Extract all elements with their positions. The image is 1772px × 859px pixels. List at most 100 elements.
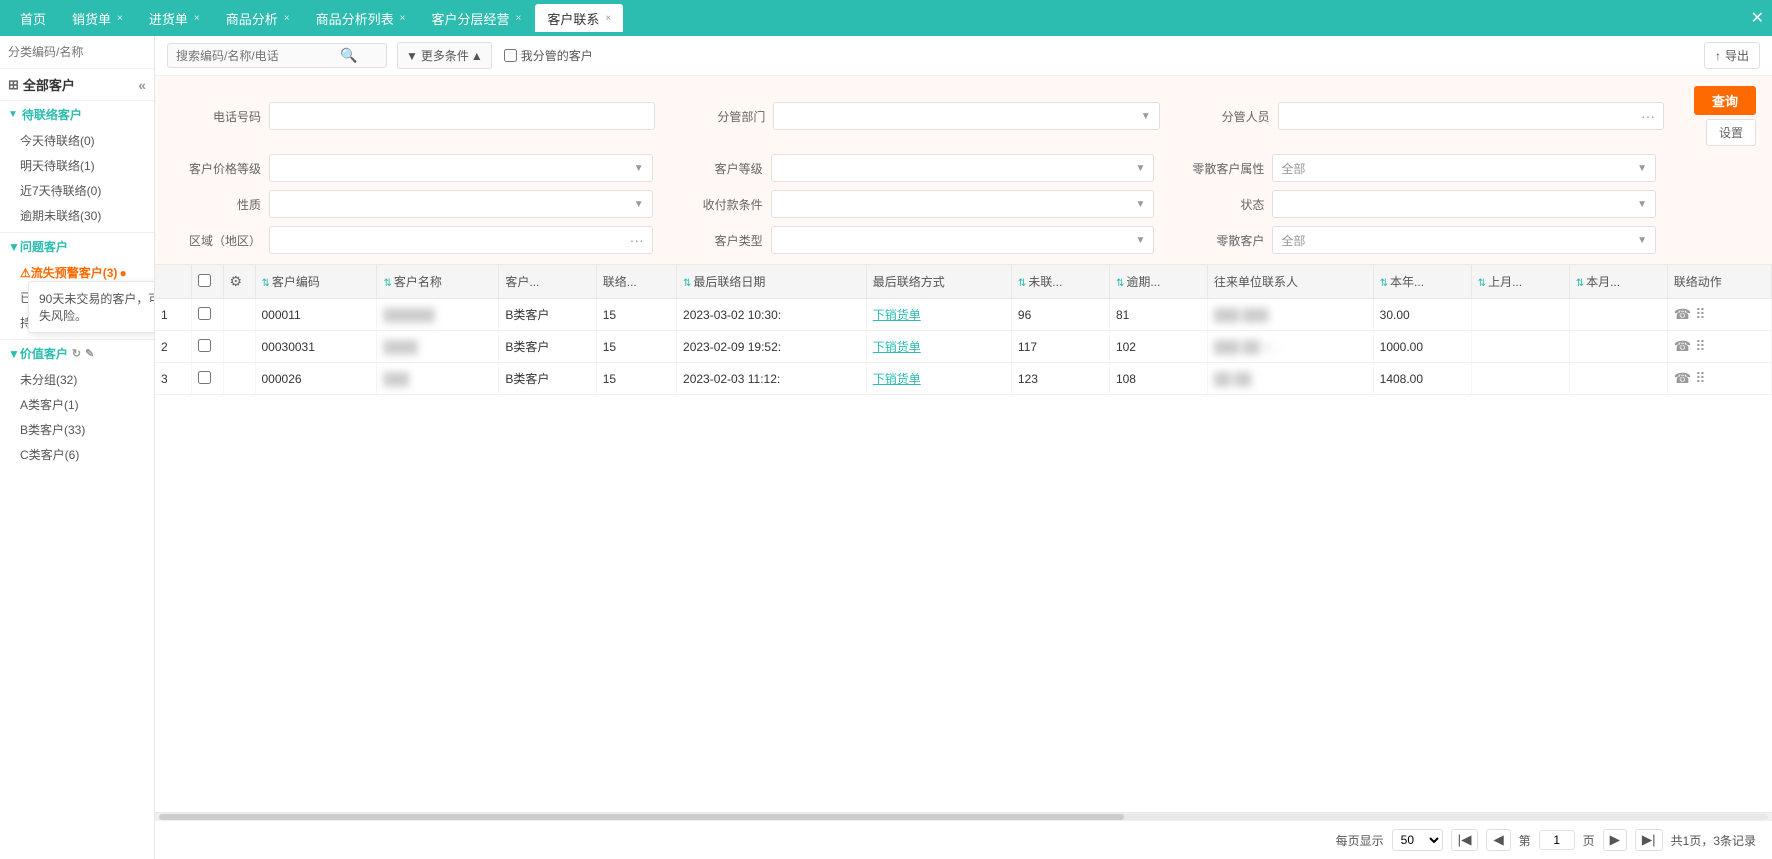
customer-level-select[interactable]: ▼: [771, 154, 1155, 182]
more-conditions-btn[interactable]: ▼ 更多条件 ▲: [397, 42, 492, 69]
status-select[interactable]: ▼: [1272, 190, 1656, 218]
sidebar-all-customers[interactable]: ⊞ 全部客户 «: [0, 69, 154, 101]
table-gear-icon[interactable]: ⚙: [230, 273, 243, 289]
per-page-select[interactable]: 50 100 200: [1392, 829, 1443, 851]
search-submit-icon[interactable]: 🔍: [340, 47, 357, 64]
customer-type-select[interactable]: ▼: [771, 226, 1155, 254]
refresh-icon-value[interactable]: ↻: [72, 347, 81, 360]
sidebar-item-class-b[interactable]: B类客户(33): [0, 417, 154, 442]
my-customers-checkbox-label[interactable]: 我分管的客户: [504, 47, 593, 64]
page-number-input[interactable]: [1539, 830, 1575, 850]
row-checkbox-3[interactable]: [198, 371, 211, 384]
tab-product-list[interactable]: 商品分析列表 ×: [304, 4, 418, 32]
tab-close-product-analysis[interactable]: ×: [284, 13, 290, 24]
region-dots-icon[interactable]: ···: [630, 232, 644, 248]
col-overdue[interactable]: ⇅逾期...: [1109, 265, 1207, 299]
price-level-select[interactable]: ▼: [269, 154, 653, 182]
cell-contact-2: 15: [596, 331, 676, 363]
export-btn[interactable]: ↑ 导出: [1704, 42, 1760, 69]
col-unit-contact: 往来单位联系人: [1207, 265, 1373, 299]
sort-icon-this-month: ⇅: [1576, 278, 1584, 289]
zero-customer-select[interactable]: 全部 ▼: [1272, 226, 1656, 254]
my-customers-checkbox[interactable]: [504, 49, 517, 62]
action-more-icon-1[interactable]: ⠿: [1695, 306, 1705, 323]
zero-attr-select[interactable]: 全部 ▼: [1272, 154, 1656, 182]
col-last-month[interactable]: ⇅上月...: [1471, 265, 1569, 299]
action-contact-icon-2[interactable]: ☎: [1674, 338, 1691, 355]
tab-close-customer-contact[interactable]: ×: [605, 13, 611, 24]
prev-page-btn[interactable]: ◀: [1486, 829, 1510, 851]
row-checkbox-1[interactable]: [198, 307, 211, 320]
scrollbar-track[interactable]: [159, 814, 1768, 820]
col-name[interactable]: ⇅客户名称: [377, 265, 499, 299]
edit-icon-value[interactable]: ✎: [85, 347, 94, 360]
sidebar-item-class-c[interactable]: C类客户(6): [0, 442, 154, 467]
tab-close-product-list[interactable]: ×: [400, 13, 406, 24]
sidebar-group-value[interactable]: ▼ 价值客户 ↻ ✎: [0, 339, 154, 367]
filter-field-dept: 分管部门 ▼: [675, 102, 1159, 130]
manager-dots-icon[interactable]: ···: [1641, 108, 1655, 124]
cell-checkbox-2[interactable]: [191, 331, 223, 363]
tab-close-purchase[interactable]: ×: [194, 13, 200, 24]
sidebar-item-7days[interactable]: 近7天待联络(0): [0, 178, 154, 203]
col-checkbox[interactable]: [191, 265, 223, 299]
filter-field-zero-customer: 零散客户 全部 ▼: [1174, 226, 1656, 254]
query-btn[interactable]: 查询: [1694, 86, 1756, 115]
col-gear[interactable]: ⚙: [223, 265, 255, 299]
tab-sales[interactable]: 销货单 ×: [60, 4, 135, 32]
advanced-filter-panel: 电话号码 分管部门 ▼ 分管人员 ···: [155, 76, 1772, 265]
phone-input[interactable]: [269, 102, 655, 130]
horizontal-scrollbar[interactable]: [155, 812, 1772, 820]
col-type: 客户...: [499, 265, 596, 299]
cell-method-2[interactable]: 下销货单: [866, 331, 1011, 363]
cell-this-year-3: 1408.00: [1373, 363, 1471, 395]
next-page-btn[interactable]: ▶: [1603, 829, 1627, 851]
search-input[interactable]: [176, 49, 336, 63]
cell-checkbox-1[interactable]: [191, 299, 223, 331]
table-area: ⚙ ⇅客户编码 ⇅客户名称 客户... 联络... ⇅最后联络日期: [155, 265, 1772, 812]
select-all-checkbox[interactable]: [198, 274, 211, 287]
cell-method-3[interactable]: 下销货单: [866, 363, 1011, 395]
action-more-icon-3[interactable]: ⠿: [1695, 370, 1705, 387]
manager-select[interactable]: ···: [1278, 102, 1664, 130]
arrow-icon-pending: ▼: [8, 109, 18, 120]
cell-method-1[interactable]: 下销货单: [866, 299, 1011, 331]
tab-purchase[interactable]: 进货单 ×: [137, 4, 212, 32]
tab-close-customer-tier[interactable]: ×: [515, 13, 521, 24]
tab-close-sales[interactable]: ×: [117, 13, 123, 24]
col-code[interactable]: ⇅客户编码: [255, 265, 377, 299]
col-this-month[interactable]: ⇅本月...: [1569, 265, 1667, 299]
sidebar-collapse-icon[interactable]: «: [138, 77, 146, 93]
dept-select[interactable]: ▼: [773, 102, 1159, 130]
tab-home[interactable]: 首页: [8, 4, 58, 32]
sidebar-item-tomorrow[interactable]: 明天待联络(1): [0, 153, 154, 178]
scrollbar-thumb[interactable]: [159, 814, 1124, 820]
sidebar-item-overdue-contact[interactable]: 逾期未联络(30): [0, 203, 154, 228]
col-action: 联络动作: [1667, 265, 1771, 299]
sidebar-group-problem[interactable]: ▼ 问题客户: [0, 232, 154, 260]
action-more-icon-2[interactable]: ⠿: [1695, 338, 1705, 355]
action-contact-icon-1[interactable]: ☎: [1674, 306, 1691, 323]
action-contact-icon-3[interactable]: ☎: [1674, 370, 1691, 387]
col-this-year[interactable]: ⇅本年...: [1373, 265, 1471, 299]
cell-checkbox-3[interactable]: [191, 363, 223, 395]
sidebar-item-class-a[interactable]: A类客户(1): [0, 392, 154, 417]
sidebar-item-ungrouped[interactable]: 未分组(32): [0, 367, 154, 392]
last-page-btn[interactable]: ▶|: [1635, 829, 1663, 851]
region-select[interactable]: ···: [269, 226, 653, 254]
window-close-icon[interactable]: ✕: [1751, 8, 1764, 28]
col-not-contact[interactable]: ⇅未联...: [1011, 265, 1109, 299]
zero-customer-arrow: ▼: [1637, 235, 1647, 246]
row-checkbox-2[interactable]: [198, 339, 211, 352]
sidebar-item-today[interactable]: 今天待联络(0): [0, 128, 154, 153]
setting-btn[interactable]: 设置: [1706, 119, 1756, 146]
nature-select[interactable]: ▼: [269, 190, 653, 218]
first-page-btn[interactable]: |◀: [1451, 829, 1479, 851]
tab-customer-contact[interactable]: 客户联系 ×: [535, 4, 623, 32]
payment-select[interactable]: ▼: [771, 190, 1155, 218]
tab-product-analysis[interactable]: 商品分析 ×: [214, 4, 302, 32]
sidebar-search-input[interactable]: [8, 45, 155, 59]
tab-customer-tier[interactable]: 客户分层经营 ×: [419, 4, 533, 32]
sidebar-group-pending[interactable]: ▼ 待联络客户: [0, 101, 154, 128]
col-last-contact-date[interactable]: ⇅最后联络日期: [677, 265, 867, 299]
